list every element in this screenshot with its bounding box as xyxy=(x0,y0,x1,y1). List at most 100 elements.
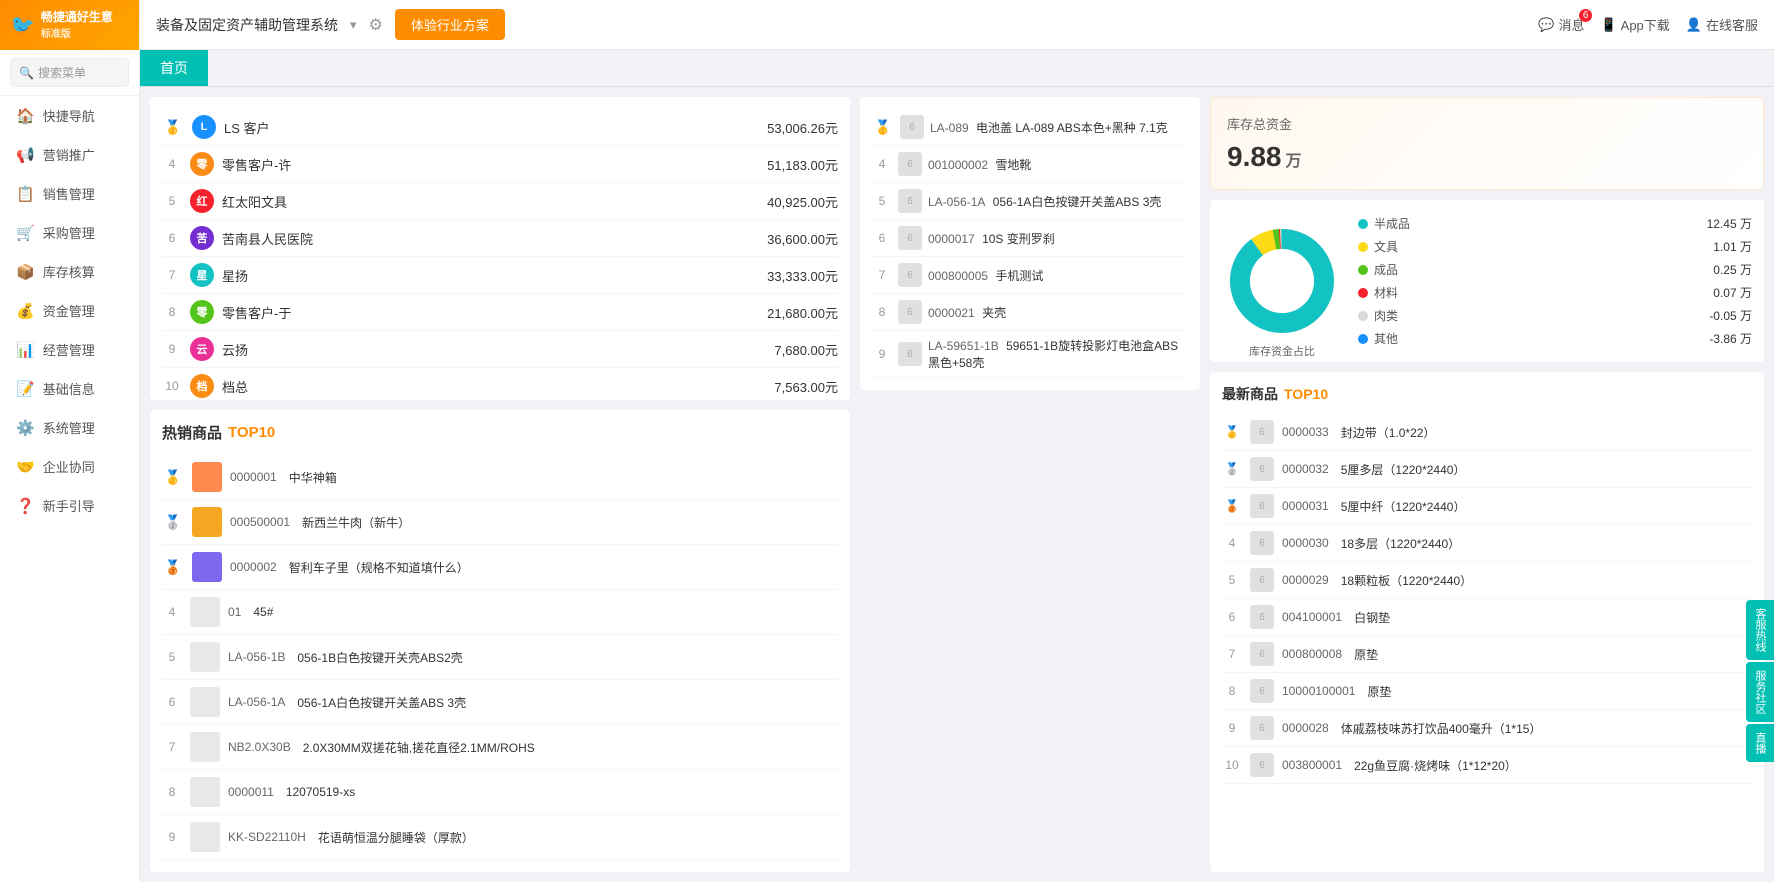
system-title: 装备及固定资产辅助管理系统 xyxy=(156,15,338,35)
sidebar-item-system[interactable]: ⚙️ 系统管理 xyxy=(0,408,139,447)
hp-rank-7: 7 xyxy=(162,740,182,754)
newest-item-7: 7 6 000800008 原垫 xyxy=(1222,636,1752,673)
customer-item-3: 5 红 红太阳文具 40,925.00元 xyxy=(162,183,838,220)
newest-item-2: 🥈 6 0000032 5厘多层（1220*2440） xyxy=(1222,451,1752,488)
topbar-right: 💬 消息 6 📱 App下载 👤 在线客服 xyxy=(1538,15,1758,34)
hp-img-2 xyxy=(192,507,222,537)
hp-code-3: 0000002 xyxy=(230,560,277,574)
rank-medal-1: 🥇 xyxy=(162,116,184,138)
content-area: 🥇 L LS 客户 53,006.26元 4 零 零售客户-许 51,183.0… xyxy=(140,87,1774,882)
ti-rank-4: 6 xyxy=(872,231,892,245)
sidebar-item-guide[interactable]: ❓ 新手引导 xyxy=(0,486,139,525)
top-items-list: 🥇 6 LA-089 电池盖 LA-089 ABS本色+黑种 7.1克 4 6 … xyxy=(872,109,1188,378)
newest-item-4: 4 6 0000030 18多层（1220*2440） xyxy=(1222,525,1752,562)
newest-item-8: 8 6 10000100001 原垫 xyxy=(1222,673,1752,710)
customer-avatar-7: 云 xyxy=(190,337,214,361)
hot-product-2: 🥈 000500001 新西兰牛肉（新牛） xyxy=(162,500,838,545)
float-community[interactable]: 服务社区 xyxy=(1746,662,1774,722)
sidebar-logo: 🐦 畅捷通好生意 标准版 xyxy=(0,0,139,50)
legend-list: 半成品 12.45 万 文具 1.01 万 成品 0.25 万 xyxy=(1358,212,1752,350)
customer-list: 🥇 L LS 客户 53,006.26元 4 零 零售客户-许 51,183.0… xyxy=(162,109,838,400)
hp-name-1: 中华神箱 xyxy=(289,469,337,486)
hp-rank-6: 6 xyxy=(162,695,182,709)
notify-btn[interactable]: 💬 消息 6 xyxy=(1538,15,1584,34)
float-customer-service[interactable]: 客服热线 xyxy=(1746,600,1774,660)
legend-item-1: 文具 1.01 万 xyxy=(1358,235,1752,258)
service-icon: 👤 xyxy=(1686,17,1702,33)
logo-name: 畅捷通好生意 xyxy=(41,10,113,26)
np-img-1: 6 xyxy=(1250,420,1274,444)
main-wrapper: 装备及固定资产辅助管理系统 ▾ ⚙ 体验行业方案 💬 消息 6 📱 App下载 … xyxy=(140,0,1774,882)
online-service-btn[interactable]: 👤 在线客服 xyxy=(1686,15,1758,34)
sidebar-item-basic-info[interactable]: 📝 基础信息 xyxy=(0,369,139,408)
sidebar-item-purchase[interactable]: 🛒 采购管理 xyxy=(0,213,139,252)
hp-rank-3: 🥉 xyxy=(162,556,184,578)
newest-products-card: 最新商品 TOP10 🥇 6 0000033 封边带（1.0*22） 🥈 6 0… xyxy=(1210,372,1764,872)
app-download-btn[interactable]: 📱 App下载 xyxy=(1600,15,1669,34)
rank-num-6: 8 xyxy=(162,305,182,319)
rank-num-5: 7 xyxy=(162,268,182,282)
ti-info-1: LA-089 电池盖 LA-089 ABS本色+黑种 7.1克 xyxy=(930,119,1188,136)
customer-name-3: 红太阳文具 xyxy=(222,192,759,211)
np-rank-10: 10 xyxy=(1222,758,1242,772)
newest-products-title: 最新商品 TOP10 xyxy=(1222,384,1752,404)
search-icon: 🔍 xyxy=(19,66,34,80)
np-rank-5: 5 xyxy=(1222,573,1242,587)
ti-rank-1: 🥇 xyxy=(872,116,894,138)
legend-item-0: 半成品 12.45 万 xyxy=(1358,212,1752,235)
ti-img-2: 6 xyxy=(898,152,922,176)
ti-rank-7: 9 xyxy=(872,347,892,361)
customer-amount-4: 36,600.00元 xyxy=(767,229,838,248)
sidebar-search-area[interactable]: 🔍 搜索菜单 xyxy=(0,50,139,96)
basic-info-icon: 📝 xyxy=(16,380,35,398)
marketing-icon: 📢 xyxy=(16,146,35,164)
tab-home[interactable]: 首页 xyxy=(140,50,208,86)
customer-top-card: 🥇 L LS 客户 53,006.26元 4 零 零售客户-许 51,183.0… xyxy=(150,97,850,400)
np-rank-6: 6 xyxy=(1222,610,1242,624)
guide-icon: ❓ xyxy=(16,497,35,515)
hp-rank-5: 5 xyxy=(162,650,182,664)
np-rank-8: 8 xyxy=(1222,684,1242,698)
hp-img-5 xyxy=(190,642,220,672)
ti-img-6: 6 xyxy=(898,300,922,324)
sales-icon: 📋 xyxy=(16,185,35,203)
float-live[interactable]: 直播 xyxy=(1746,724,1774,762)
tab-bar: 首页 xyxy=(140,50,1774,87)
inventory-card: 库存总资金 9.88 万 xyxy=(1210,97,1764,190)
customer-name-5: 星扬 xyxy=(222,266,759,285)
trial-btn[interactable]: 体验行业方案 xyxy=(395,9,505,40)
sidebar-item-finance[interactable]: 💰 资金管理 xyxy=(0,291,139,330)
np-rank-2: 🥈 xyxy=(1222,462,1242,476)
np-img-3: 6 xyxy=(1250,494,1274,518)
sidebar-item-marketing[interactable]: 📢 营销推广 xyxy=(0,135,139,174)
newest-item-9: 9 6 0000028 体戚荔枝味苏打饮品400毫升（1*15） xyxy=(1222,710,1752,747)
customer-amount-2: 51,183.00元 xyxy=(767,155,838,174)
np-img-7: 6 xyxy=(1250,642,1274,666)
legend-dot-4 xyxy=(1358,311,1368,321)
customer-name-2: 零售客户-许 xyxy=(222,155,759,174)
newest-item-3: 🥉 6 0000031 5厘中纤（1220*2440） xyxy=(1222,488,1752,525)
sidebar-item-operations[interactable]: 📊 经营管理 xyxy=(0,330,139,369)
hp-name-8: 12070519-xs xyxy=(286,785,355,799)
ti-info-7: LA-59651-1B 59651-1B旋转投影灯电池盒ABS黑色+58壳 xyxy=(928,337,1188,371)
sidebar-item-cooperation[interactable]: 🤝 企业协同 xyxy=(0,447,139,486)
customer-item-4: 6 苦 苦南县人民医院 36,600.00元 xyxy=(162,220,838,257)
hot-products-card: 热销商品 TOP10 🥇 0000001 中华神箱 🥈 000500001 新西… xyxy=(150,410,850,872)
sidebar-item-sales[interactable]: 📋 销售管理 xyxy=(0,174,139,213)
hot-product-5: 5 LA-056-1B 056-1B白色按键开关壳ABS2壳 xyxy=(162,635,838,680)
sidebar-item-home[interactable]: 🏠 快捷导航 xyxy=(0,96,139,135)
dropdown-arrow-icon[interactable]: ▾ xyxy=(350,17,357,33)
legend-dot-3 xyxy=(1358,288,1368,298)
middle-panel: 🥇 6 LA-089 电池盖 LA-089 ABS本色+黑种 7.1克 4 6 … xyxy=(860,97,1200,872)
settings-icon[interactable]: ⚙ xyxy=(369,15,383,35)
hp-code-6: LA-056-1A xyxy=(228,695,285,709)
np-rank-3: 🥉 xyxy=(1222,499,1242,513)
top-item-5: 7 6 000800005 手机测试 xyxy=(872,257,1188,294)
rank-num-3: 5 xyxy=(162,194,182,208)
sidebar-item-inventory[interactable]: 📦 库存核算 xyxy=(0,252,139,291)
legend-dot-1 xyxy=(1358,242,1368,252)
donut-chart xyxy=(1222,221,1342,341)
customer-item-8: 10 档 档总 7,563.00元 xyxy=(162,368,838,400)
customer-avatar-6: 零 xyxy=(190,300,214,324)
search-menu-button[interactable]: 🔍 搜索菜单 xyxy=(10,58,129,87)
